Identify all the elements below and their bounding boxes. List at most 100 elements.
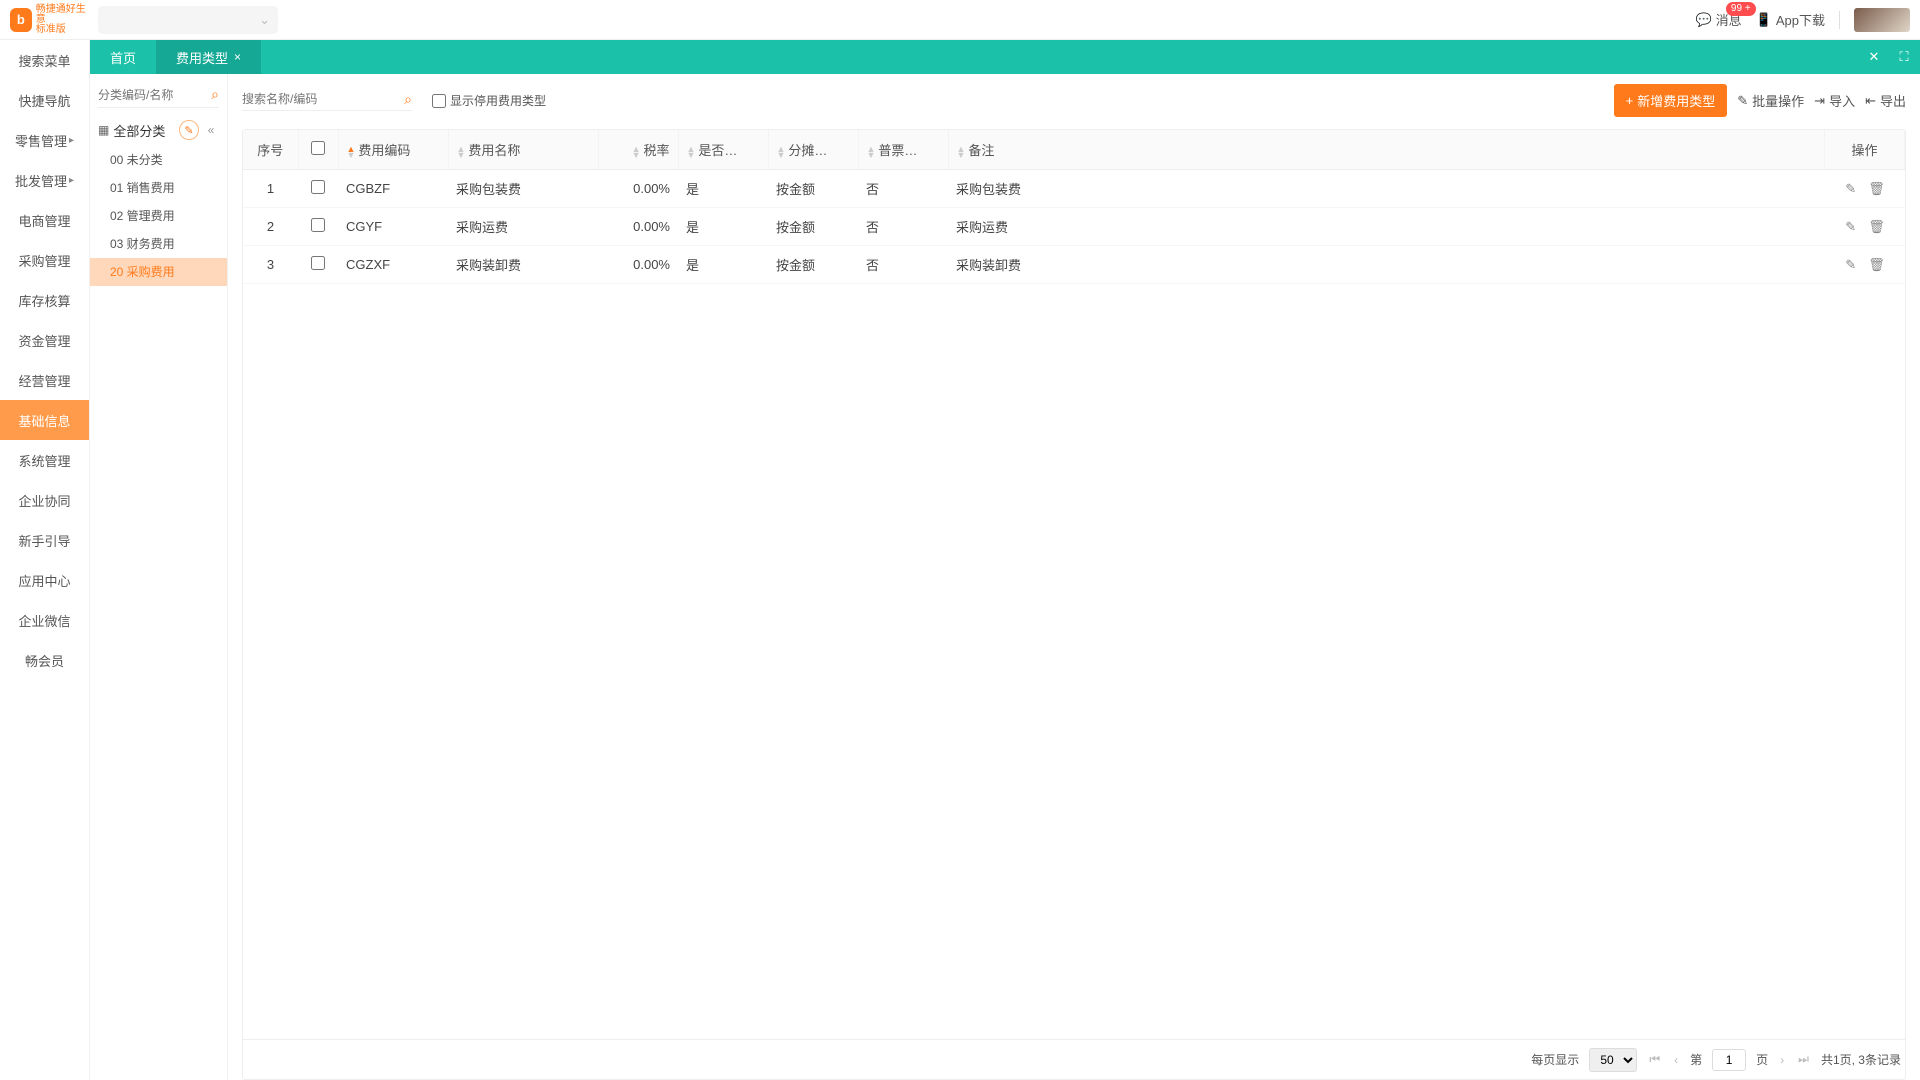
- row-checkbox[interactable]: [311, 218, 325, 232]
- category-search: ⌕: [98, 86, 219, 108]
- cell-name: 采购装卸费: [448, 246, 598, 284]
- category-all[interactable]: ▦ 全部分类 ✎ «: [90, 114, 227, 146]
- sidebar-item[interactable]: 畅会员: [0, 640, 89, 680]
- cell-ops: ✎🗑: [1825, 170, 1905, 208]
- table-search-input[interactable]: [242, 92, 404, 106]
- col-code[interactable]: ▲▼费用编码: [338, 130, 448, 170]
- category-item[interactable]: 20 采购费用: [90, 258, 227, 286]
- logo-text: 畅捷通好生意 标准版: [36, 5, 90, 35]
- sidebar-item[interactable]: 基础信息: [0, 400, 89, 440]
- sort-icon: ▲▼: [867, 146, 876, 158]
- sidebar-item[interactable]: 快捷导航: [0, 80, 89, 120]
- page-suffix: 页: [1756, 1051, 1768, 1068]
- cell-ops: ✎🗑: [1825, 208, 1905, 246]
- pager-prev-icon[interactable]: ‹: [1672, 1053, 1680, 1067]
- sort-icon: ▲▼: [632, 146, 641, 158]
- tab[interactable]: 费用类型×: [156, 40, 261, 74]
- cell-remark: 采购装卸费: [948, 246, 1825, 284]
- cell-rate: 0.00%: [598, 208, 678, 246]
- avatar[interactable]: [1854, 8, 1910, 32]
- sidebar-item[interactable]: 采购管理: [0, 240, 89, 280]
- sidebar-item[interactable]: 新手引导: [0, 520, 89, 560]
- cell-name: 采购包装费: [448, 170, 598, 208]
- app-download-button[interactable]: 📱 App下载: [1756, 10, 1825, 29]
- cell-invoice: 否: [858, 170, 948, 208]
- close-all-tabs-icon[interactable]: ✕: [1864, 49, 1884, 65]
- category-item[interactable]: 01 销售费用: [90, 174, 227, 202]
- toolbar: ⌕ 显示停用费用类型 + 新增费用类型 ✎ 批量操作 ⇥ 导入 ⇤ 导出: [242, 84, 1906, 117]
- cell-code: CGBZF: [338, 170, 448, 208]
- category-item[interactable]: 00 未分类: [90, 146, 227, 174]
- sidebar-item[interactable]: 批发管理▸: [0, 160, 89, 200]
- messages-button[interactable]: 💬 消息 99 +: [1695, 10, 1741, 29]
- sidebar-item[interactable]: 经营管理: [0, 360, 89, 400]
- sidebar-item[interactable]: 库存核算: [0, 280, 89, 320]
- category-item[interactable]: 02 管理费用: [90, 202, 227, 230]
- cell-code: CGYF: [338, 208, 448, 246]
- sort-icon: ▲▼: [347, 146, 356, 158]
- cell-invoice: 否: [858, 208, 948, 246]
- edit-row-icon[interactable]: ✎: [1845, 181, 1856, 197]
- select-all-checkbox[interactable]: [311, 141, 325, 155]
- divider: [1839, 11, 1840, 29]
- pager-last-icon[interactable]: ⏭: [1796, 1052, 1811, 1067]
- fullscreen-icon[interactable]: ⛶: [1894, 49, 1914, 65]
- messages-badge: 99 +: [1726, 2, 1756, 16]
- col-is[interactable]: ▲▼是否…: [678, 130, 768, 170]
- page-prefix: 第: [1690, 1051, 1702, 1068]
- tab[interactable]: 首页: [90, 40, 156, 74]
- pager-first-icon[interactable]: ⏮: [1647, 1052, 1662, 1067]
- show-disabled-checkbox[interactable]: 显示停用费用类型: [432, 92, 546, 109]
- sidebar: 搜索菜单快捷导航零售管理▸批发管理▸电商管理采购管理库存核算资金管理经营管理基础…: [0, 40, 90, 1080]
- topbar: b 畅捷通好生意 标准版 ⌄ 💬 消息 99 + 📱 App下载: [0, 0, 1920, 40]
- sidebar-item[interactable]: 企业协同: [0, 480, 89, 520]
- main-content: ⌕ 显示停用费用类型 + 新增费用类型 ✎ 批量操作 ⇥ 导入 ⇤ 导出: [228, 74, 1920, 1080]
- sidebar-item[interactable]: 零售管理▸: [0, 120, 89, 160]
- tab-close-icon[interactable]: ×: [234, 50, 241, 64]
- sidebar-item[interactable]: 应用中心: [0, 560, 89, 600]
- import-button[interactable]: ⇥ 导入: [1814, 91, 1855, 110]
- col-remark[interactable]: ▲▼备注: [948, 130, 1825, 170]
- category-search-input[interactable]: [98, 88, 211, 102]
- delete-row-icon[interactable]: 🗑: [1868, 219, 1885, 235]
- delete-row-icon[interactable]: 🗑: [1868, 257, 1885, 273]
- delete-row-icon[interactable]: 🗑: [1868, 181, 1885, 197]
- edit-row-icon[interactable]: ✎: [1845, 219, 1856, 235]
- pager: 每页显示 50 ⏮ ‹ 第 页 › ⏭ 共1页, 3条记录: [243, 1039, 1905, 1079]
- logo-icon: b: [10, 8, 32, 32]
- edit-row-icon[interactable]: ✎: [1845, 257, 1856, 273]
- sidebar-item[interactable]: 企业微信: [0, 600, 89, 640]
- page-input[interactable]: [1712, 1049, 1746, 1071]
- cell-remark: 采购包装费: [948, 170, 1825, 208]
- sort-icon: ▲▼: [957, 146, 966, 158]
- per-page-select[interactable]: 50: [1589, 1048, 1637, 1072]
- search-icon[interactable]: ⌕: [404, 91, 412, 108]
- cell-rate: 0.00%: [598, 246, 678, 284]
- category-edit-button[interactable]: ✎: [179, 120, 199, 140]
- row-checkbox[interactable]: [311, 180, 325, 194]
- company-selector[interactable]: ⌄: [98, 6, 278, 34]
- new-fee-type-button[interactable]: + 新增费用类型: [1614, 84, 1728, 117]
- col-rate[interactable]: ▲▼税率: [598, 130, 678, 170]
- cell-checkbox: [298, 170, 338, 208]
- batch-action-button[interactable]: ✎ 批量操作: [1737, 91, 1804, 110]
- category-item[interactable]: 03 财务费用: [90, 230, 227, 258]
- sidebar-item[interactable]: 电商管理: [0, 200, 89, 240]
- sidebar-item[interactable]: 资金管理: [0, 320, 89, 360]
- search-icon[interactable]: ⌕: [211, 86, 219, 103]
- sidebar-item[interactable]: 系统管理: [0, 440, 89, 480]
- col-invoice[interactable]: ▲▼普票…: [858, 130, 948, 170]
- col-alloc[interactable]: ▲▼分摊…: [768, 130, 858, 170]
- export-icon: ⇤: [1865, 93, 1876, 109]
- col-index[interactable]: 序号: [243, 130, 298, 170]
- show-disabled-input[interactable]: [432, 94, 446, 108]
- collapse-panel-icon[interactable]: «: [203, 123, 219, 137]
- col-name[interactable]: ▲▼费用名称: [448, 130, 598, 170]
- sidebar-item[interactable]: 搜索菜单: [0, 40, 89, 80]
- export-button[interactable]: ⇤ 导出: [1865, 91, 1906, 110]
- col-checkbox[interactable]: [298, 130, 338, 170]
- row-checkbox[interactable]: [311, 256, 325, 270]
- import-icon: ⇥: [1814, 93, 1825, 109]
- pager-next-icon[interactable]: ›: [1778, 1053, 1786, 1067]
- pager-summary: 共1页, 3条记录: [1821, 1051, 1901, 1068]
